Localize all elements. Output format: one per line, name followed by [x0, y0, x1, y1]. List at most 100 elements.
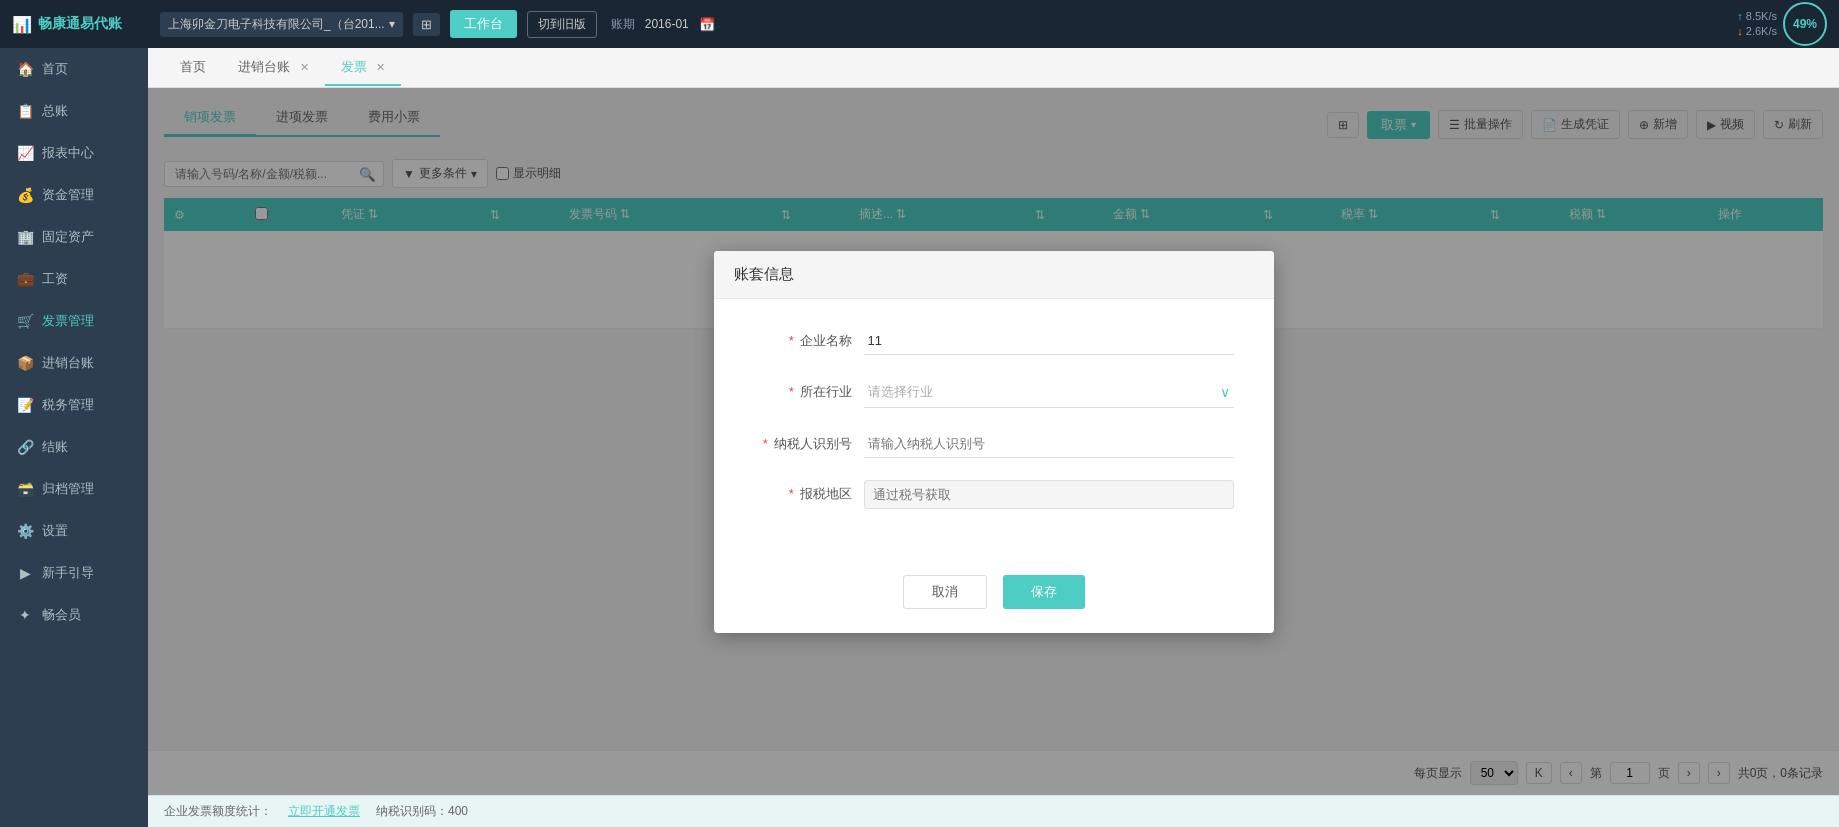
company-name-input[interactable]	[864, 327, 1234, 355]
tax-region-label: * 报税地区	[754, 485, 864, 503]
sidebar-item-label: 进销台账	[42, 354, 94, 372]
sidebar-item-label: 畅会员	[42, 606, 81, 624]
modal-header: 账套信息	[714, 251, 1274, 299]
reports-icon: 📈	[16, 145, 34, 161]
sidebar-item-archive[interactable]: 🗃️ 归档管理	[0, 468, 148, 510]
calendar-icon[interactable]: 📅	[699, 17, 715, 32]
sidebar-item-label: 新手引导	[42, 564, 94, 582]
company-name: 上海卯金刀电子科技有限公司_（台201...	[168, 16, 385, 33]
sidebar-item-label: 首页	[42, 60, 68, 78]
sidebar-item-guide[interactable]: ▶ 新手引导	[0, 552, 148, 594]
content-area: 销项发票 进项发票 费用小票 ⊞ 取票 ▾ ☰	[148, 88, 1839, 795]
sidebar-item-label: 固定资产	[42, 228, 94, 246]
speed-up: ↑	[1737, 10, 1743, 22]
reconcile-icon: 🔗	[16, 439, 34, 455]
modal-title: 账套信息	[734, 265, 794, 282]
sidebar-item-fixed-assets[interactable]: 🏢 固定资产	[0, 216, 148, 258]
member-icon: ✦	[16, 607, 34, 623]
modal-overlay: 账套信息 * 企业名称 * 所在行	[148, 88, 1839, 795]
tax-region-row: * 报税地区	[754, 480, 1234, 509]
sidebar-item-label: 工资	[42, 270, 68, 288]
modal-footer: 取消 保存	[714, 559, 1274, 633]
sidebar-item-label: 结账	[42, 438, 68, 456]
modal-body: * 企业名称 * 所在行业 请选择行业 ∨	[714, 299, 1274, 559]
sidebar-item-salary[interactable]: 💼 工资	[0, 258, 148, 300]
period-value: 2016-01	[645, 17, 689, 31]
speed-stats: ↑ 8.5K/s ↓ 2.6K/s	[1737, 9, 1777, 40]
account-info-modal: 账套信息 * 企业名称 * 所在行	[714, 251, 1274, 633]
tab-close-invoice[interactable]: ✕	[376, 61, 385, 73]
tab-invoice[interactable]: 发票 ✕	[325, 50, 402, 86]
sidebar-item-label: 总账	[42, 102, 68, 120]
bottom-text: 企业发票额度统计：	[164, 803, 272, 820]
topbar-right: ↑ 8.5K/s ↓ 2.6K/s 49%	[1737, 2, 1827, 46]
tab-close-purchase[interactable]: ✕	[300, 61, 309, 73]
bottom-info: 纳税识别码：400	[376, 803, 468, 820]
purchase-sales-icon: 📦	[16, 355, 34, 371]
topbar-icon-button[interactable]: ⊞	[413, 13, 440, 36]
industry-label: * 所在行业	[754, 383, 864, 401]
archive-icon: 🗃️	[16, 481, 34, 497]
funds-icon: 💰	[16, 187, 34, 203]
settings-icon: ⚙️	[16, 523, 34, 539]
required-mark-region: *	[789, 486, 794, 501]
industry-placeholder: 请选择行业	[868, 383, 1220, 401]
company-name-row: * 企业名称	[754, 327, 1234, 355]
tabbar: 首页 进销台账 ✕ 发票 ✕	[148, 48, 1839, 88]
sidebar-item-funds[interactable]: 💰 资金管理	[0, 174, 148, 216]
company-selector[interactable]: 上海卯金刀电子科技有限公司_（台201... ▾	[160, 12, 403, 37]
industry-dropdown-icon: ∨	[1220, 384, 1230, 400]
tax-region-input	[864, 480, 1234, 509]
logo-text: 畅康通易代账	[38, 15, 122, 33]
required-mark: *	[789, 333, 794, 348]
company-name-label: * 企业名称	[754, 332, 864, 350]
main-area: 上海卯金刀电子科技有限公司_（台201... ▾ ⊞ 工作台 切到旧版 账期 2…	[148, 0, 1839, 827]
sidebar-item-ledger[interactable]: 📋 总账	[0, 90, 148, 132]
topbar: 上海卯金刀电子科技有限公司_（台201... ▾ ⊞ 工作台 切到旧版 账期 2…	[148, 0, 1839, 48]
bottom-bar: 企业发票额度统计： 立即开通发票 纳税识别码：400	[148, 795, 1839, 827]
sidebar-item-reports[interactable]: 📈 报表中心	[0, 132, 148, 174]
sidebar-item-tax[interactable]: 📝 税务管理	[0, 384, 148, 426]
sidebar-item-label: 资金管理	[42, 186, 94, 204]
workbench-button[interactable]: 工作台	[450, 10, 517, 38]
app-logo: 📊 畅康通易代账	[0, 0, 148, 48]
tab-purchase[interactable]: 进销台账 ✕	[222, 50, 325, 86]
required-mark-tax: *	[763, 436, 768, 451]
ledger-icon: 📋	[16, 103, 34, 119]
cancel-button[interactable]: 取消	[903, 575, 987, 609]
sidebar-item-reconcile[interactable]: 🔗 结账	[0, 426, 148, 468]
sidebar-item-invoice-mgmt[interactable]: 🛒 发票管理	[0, 300, 148, 342]
old-version-button[interactable]: 切到旧版	[527, 11, 597, 38]
required-mark-industry: *	[789, 384, 794, 399]
sidebar: 📊 畅康通易代账 🏠 首页 📋 总账 📈 报表中心 💰 资金管理 🏢 固定资产 …	[0, 0, 148, 827]
sidebar-item-label: 归档管理	[42, 480, 94, 498]
salary-icon: 💼	[16, 271, 34, 287]
speed-down: ↓	[1737, 25, 1743, 37]
save-button[interactable]: 保存	[1003, 575, 1085, 609]
sidebar-item-member[interactable]: ✦ 畅会员	[0, 594, 148, 636]
sidebar-item-label: 发票管理	[42, 312, 94, 330]
industry-select-wrap[interactable]: 请选择行业 ∨	[864, 377, 1234, 408]
invoice-mgmt-icon: 🛒	[16, 313, 34, 329]
bottom-link[interactable]: 立即开通发票	[288, 803, 360, 820]
company-dropdown-icon: ▾	[389, 17, 395, 31]
speed-indicator: 49%	[1783, 2, 1827, 46]
fixed-assets-icon: 🏢	[16, 229, 34, 245]
tax-id-input[interactable]	[864, 430, 1234, 458]
logo-icon: 📊	[12, 15, 32, 34]
sidebar-item-home[interactable]: 🏠 首页	[0, 48, 148, 90]
speed-percent: 49%	[1793, 17, 1817, 31]
tax-id-row: * 纳税人识别号	[754, 430, 1234, 458]
tax-icon: 📝	[16, 397, 34, 413]
tab-home[interactable]: 首页	[164, 50, 222, 86]
sidebar-item-label: 报表中心	[42, 144, 94, 162]
home-icon: 🏠	[16, 61, 34, 77]
tax-id-label: * 纳税人识别号	[754, 435, 864, 453]
sidebar-item-purchase-sales[interactable]: 📦 进销台账	[0, 342, 148, 384]
industry-row: * 所在行业 请选择行业 ∨	[754, 377, 1234, 408]
period-label: 账期	[611, 16, 635, 33]
guide-icon: ▶	[16, 565, 34, 581]
sidebar-item-settings[interactable]: ⚙️ 设置	[0, 510, 148, 552]
sidebar-item-label: 设置	[42, 522, 68, 540]
sidebar-item-label: 税务管理	[42, 396, 94, 414]
